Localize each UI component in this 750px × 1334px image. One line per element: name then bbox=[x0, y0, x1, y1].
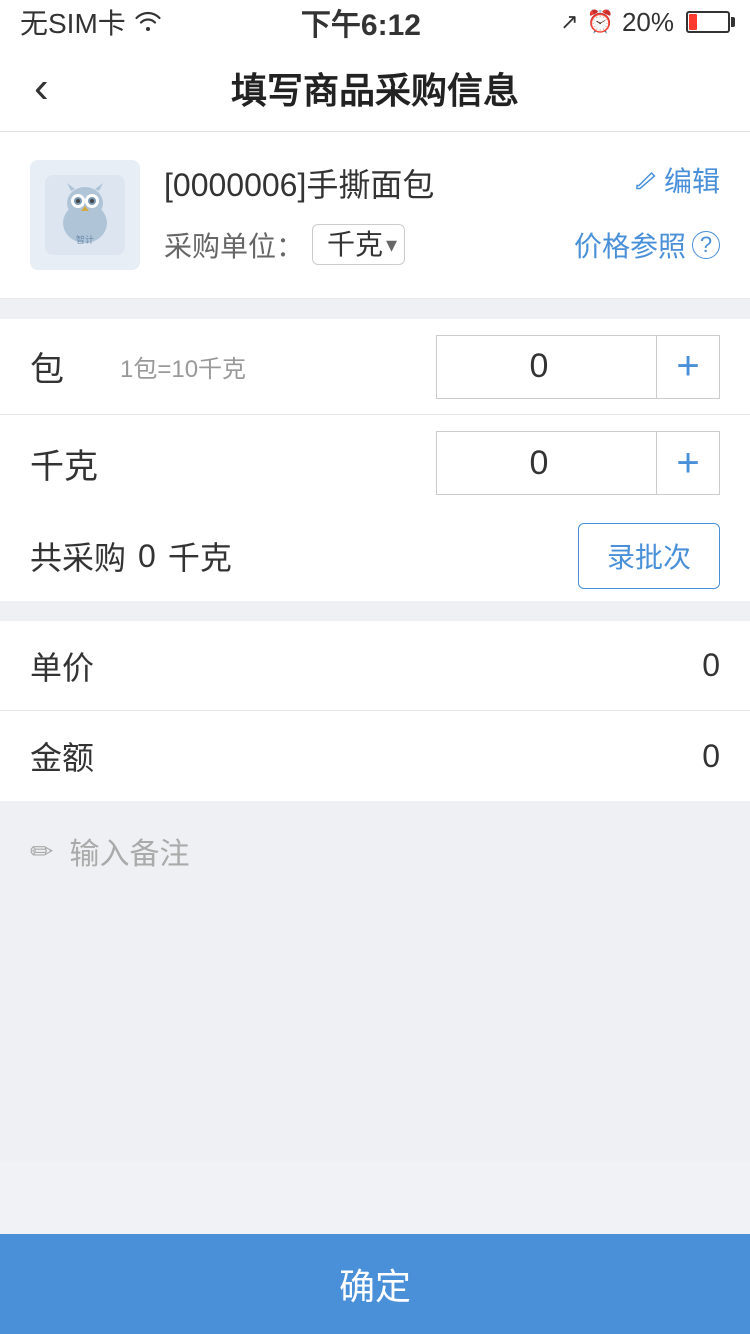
summary-amount: 0 bbox=[138, 538, 156, 575]
status-left: 无SIM卡 bbox=[20, 2, 162, 42]
unit-select-wrapper[interactable]: 千克 包 bbox=[312, 224, 405, 265]
page-title: 填写商品采购信息 bbox=[231, 62, 519, 114]
pencil-icon: ✏ bbox=[30, 835, 53, 868]
pack-label: 包 bbox=[30, 342, 110, 391]
product-thumbnail: 智计 bbox=[30, 160, 140, 270]
price-ref-label: 价格参照 bbox=[574, 225, 686, 265]
pack-sublabel: 1包=10千克 bbox=[120, 349, 436, 384]
status-time: 下午6:12 bbox=[301, 0, 421, 44]
section-divider-2 bbox=[0, 601, 750, 621]
kg-plus-icon: + bbox=[676, 441, 699, 486]
product-info: [0000006]手撕面包 编辑 采购单位： 千克 包 价格参照 bbox=[164, 160, 720, 265]
section-divider-1 bbox=[0, 299, 750, 319]
content-spacer bbox=[0, 901, 750, 1161]
battery-icon bbox=[686, 11, 730, 33]
confirm-text: 确定 bbox=[339, 1258, 411, 1310]
nav-bar: ‹ 填写商品采购信息 bbox=[0, 44, 750, 132]
edit-label: 编辑 bbox=[664, 160, 720, 200]
batch-button[interactable]: 录批次 bbox=[578, 523, 720, 589]
pack-input-row: 包 1包=10千克 + bbox=[0, 319, 750, 415]
product-name-row: [0000006]手撕面包 编辑 bbox=[164, 160, 720, 206]
unit-select[interactable]: 千克 包 bbox=[312, 224, 405, 265]
summary-row: 共采购 0 千克 录批次 bbox=[0, 511, 750, 601]
pack-plus-button[interactable]: + bbox=[656, 335, 720, 399]
product-card: 智计 [0000006]手撕面包 编辑 采购单位： 千克 包 bbox=[0, 132, 750, 299]
battery-percent: 20% bbox=[622, 7, 674, 38]
back-button[interactable]: ‹ bbox=[24, 53, 59, 123]
price-ref-button[interactable]: 价格参照 ? bbox=[574, 225, 720, 265]
carrier-text: 无SIM卡 bbox=[20, 2, 126, 42]
unit-price-label: 单价 bbox=[30, 643, 94, 689]
price-section: 单价 0 金额 0 bbox=[0, 621, 750, 801]
location-icon: ↗ bbox=[560, 9, 578, 35]
quantity-input-section: 包 1包=10千克 + 千克 + bbox=[0, 319, 750, 511]
svg-text:智计: 智计 bbox=[76, 234, 94, 245]
pack-plus-icon: + bbox=[676, 344, 699, 389]
notes-placeholder: 输入备注 bbox=[69, 829, 189, 873]
product-unit-row: 采购单位： 千克 包 价格参照 ? bbox=[164, 224, 720, 265]
kg-plus-button[interactable]: + bbox=[656, 431, 720, 495]
kg-input-row: 千克 + bbox=[0, 415, 750, 511]
amount-label: 金额 bbox=[30, 733, 94, 779]
pack-quantity-input[interactable] bbox=[436, 335, 656, 399]
unit-label: 采购单位： bbox=[164, 225, 304, 265]
edit-icon bbox=[636, 169, 658, 191]
unit-price-value: 0 bbox=[702, 647, 720, 684]
edit-button[interactable]: 编辑 bbox=[636, 160, 720, 200]
summary-text-group: 共采购 0 千克 bbox=[30, 533, 232, 579]
amount-row: 金额 0 bbox=[0, 711, 750, 801]
batch-label: 录批次 bbox=[607, 542, 691, 573]
kg-input-wrapper: + bbox=[436, 431, 720, 495]
back-icon: ‹ bbox=[34, 63, 49, 113]
pack-input-wrapper: + bbox=[436, 335, 720, 399]
alarm-icon: ⏰ bbox=[587, 9, 614, 35]
kg-label: 千克 bbox=[30, 439, 110, 488]
wifi-icon bbox=[134, 7, 162, 38]
summary-unit: 千克 bbox=[168, 533, 232, 579]
price-ref-icon: ? bbox=[692, 231, 720, 259]
amount-value: 0 bbox=[702, 738, 720, 775]
unit-price-row: 单价 0 bbox=[0, 621, 750, 711]
status-right: ↗ ⏰ 20% bbox=[560, 7, 730, 38]
status-bar: 无SIM卡 下午6:12 ↗ ⏰ 20% bbox=[0, 0, 750, 44]
product-name: [0000006]手撕面包 bbox=[164, 160, 434, 206]
summary-prefix: 共采购 bbox=[30, 533, 126, 579]
notes-section[interactable]: ✏ 输入备注 bbox=[0, 801, 750, 901]
product-logo: 智计 bbox=[45, 175, 125, 255]
kg-quantity-input[interactable] bbox=[436, 431, 656, 495]
confirm-bar[interactable]: 确定 bbox=[0, 1234, 750, 1334]
